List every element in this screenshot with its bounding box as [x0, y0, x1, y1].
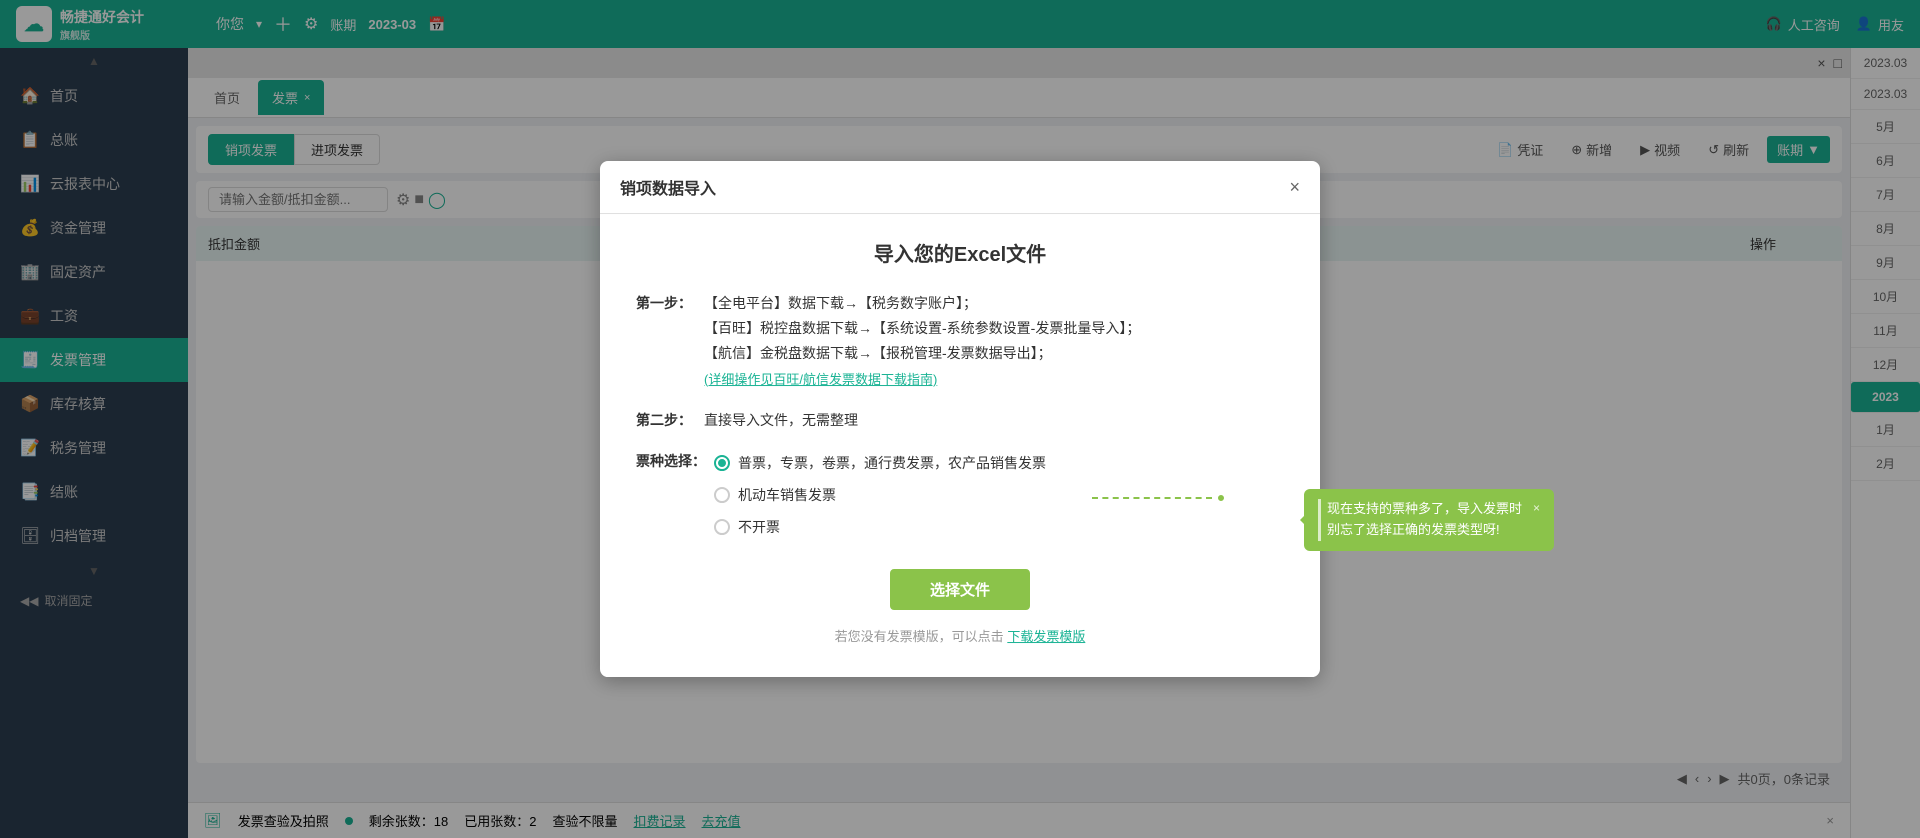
modal-footer: 选择文件: [636, 553, 1284, 618]
radio-no-ticket[interactable]: 不开票: [714, 517, 1046, 537]
ticket-label: 票种选择：: [636, 451, 706, 537]
modal-main-title: 导入您的Excel文件: [636, 238, 1284, 267]
radio-normal[interactable]: 普票，专票，卷票，通行费发票，农产品销售发票: [714, 453, 1046, 473]
modal-hint: 若您没有发票模版，可以点击 下载发票模版: [636, 618, 1284, 657]
import-modal: 销项数据导入 × 导入您的Excel文件 第一步： 【全电平台】数据下载→【税务…: [600, 161, 1320, 677]
ticket-selection-row: 票种选择： 普票，专票，卷票，通行费发票，农产品销售发票 机动车销售发票: [636, 449, 1284, 537]
radio-normal-dot: [718, 459, 726, 467]
radio-normal-circle: [714, 455, 730, 471]
step1-row: 第一步： 【全电平台】数据下载→【税务数字账户】； 【百旺】税控盘数据下载→【系…: [636, 291, 1284, 392]
download-template-link[interactable]: 下载发票模版: [1007, 629, 1085, 644]
modal-title: 销项数据导入: [620, 175, 716, 199]
radio-motor[interactable]: 机动车销售发票: [714, 485, 1046, 505]
step1-label: 第一步：: [636, 293, 696, 392]
modal-close-button[interactable]: ×: [1289, 177, 1300, 198]
step1-line3: 【航信】金税盘数据下载→【报税管理-发票数据导出】；: [704, 341, 1140, 366]
step1-content: 【全电平台】数据下载→【税务数字账户】； 【百旺】税控盘数据下载→【系统设置-系…: [704, 291, 1140, 392]
step2-row: 第二步： 直接导入文件，无需整理: [636, 408, 1284, 433]
step2-label: 第二步：: [636, 410, 696, 433]
tooltip-close-button[interactable]: ×: [1533, 499, 1540, 518]
modal-header: 销项数据导入 ×: [600, 161, 1320, 214]
step2-content: 直接导入文件，无需整理: [704, 408, 858, 433]
modal-body: 导入您的Excel文件 第一步： 【全电平台】数据下载→【税务数字账户】； 【百…: [600, 214, 1320, 677]
step1-line2: 【百旺】税控盘数据下载→【系统设置-系统参数设置-发票批量导入】；: [704, 316, 1140, 341]
tooltip-bubble: × 现在支持的票种多了，导入发票时别忘了选择正确的发票类型呀!: [1304, 489, 1554, 551]
select-file-button[interactable]: 选择文件: [890, 569, 1030, 610]
step1-line1: 【全电平台】数据下载→【税务数字账户】；: [704, 291, 1140, 316]
step1-link[interactable]: (详细操作见百旺/航信发票数据下载指南): [704, 367, 1140, 392]
radio-group: 普票，专票，卷票，通行费发票，农产品销售发票 机动车销售发票 不开票: [714, 453, 1046, 537]
radio-no-ticket-circle: [714, 519, 730, 535]
tooltip-text: 现在支持的票种多了，导入发票时别忘了选择正确的发票类型呀!: [1318, 499, 1540, 541]
radio-motor-circle: [714, 487, 730, 503]
